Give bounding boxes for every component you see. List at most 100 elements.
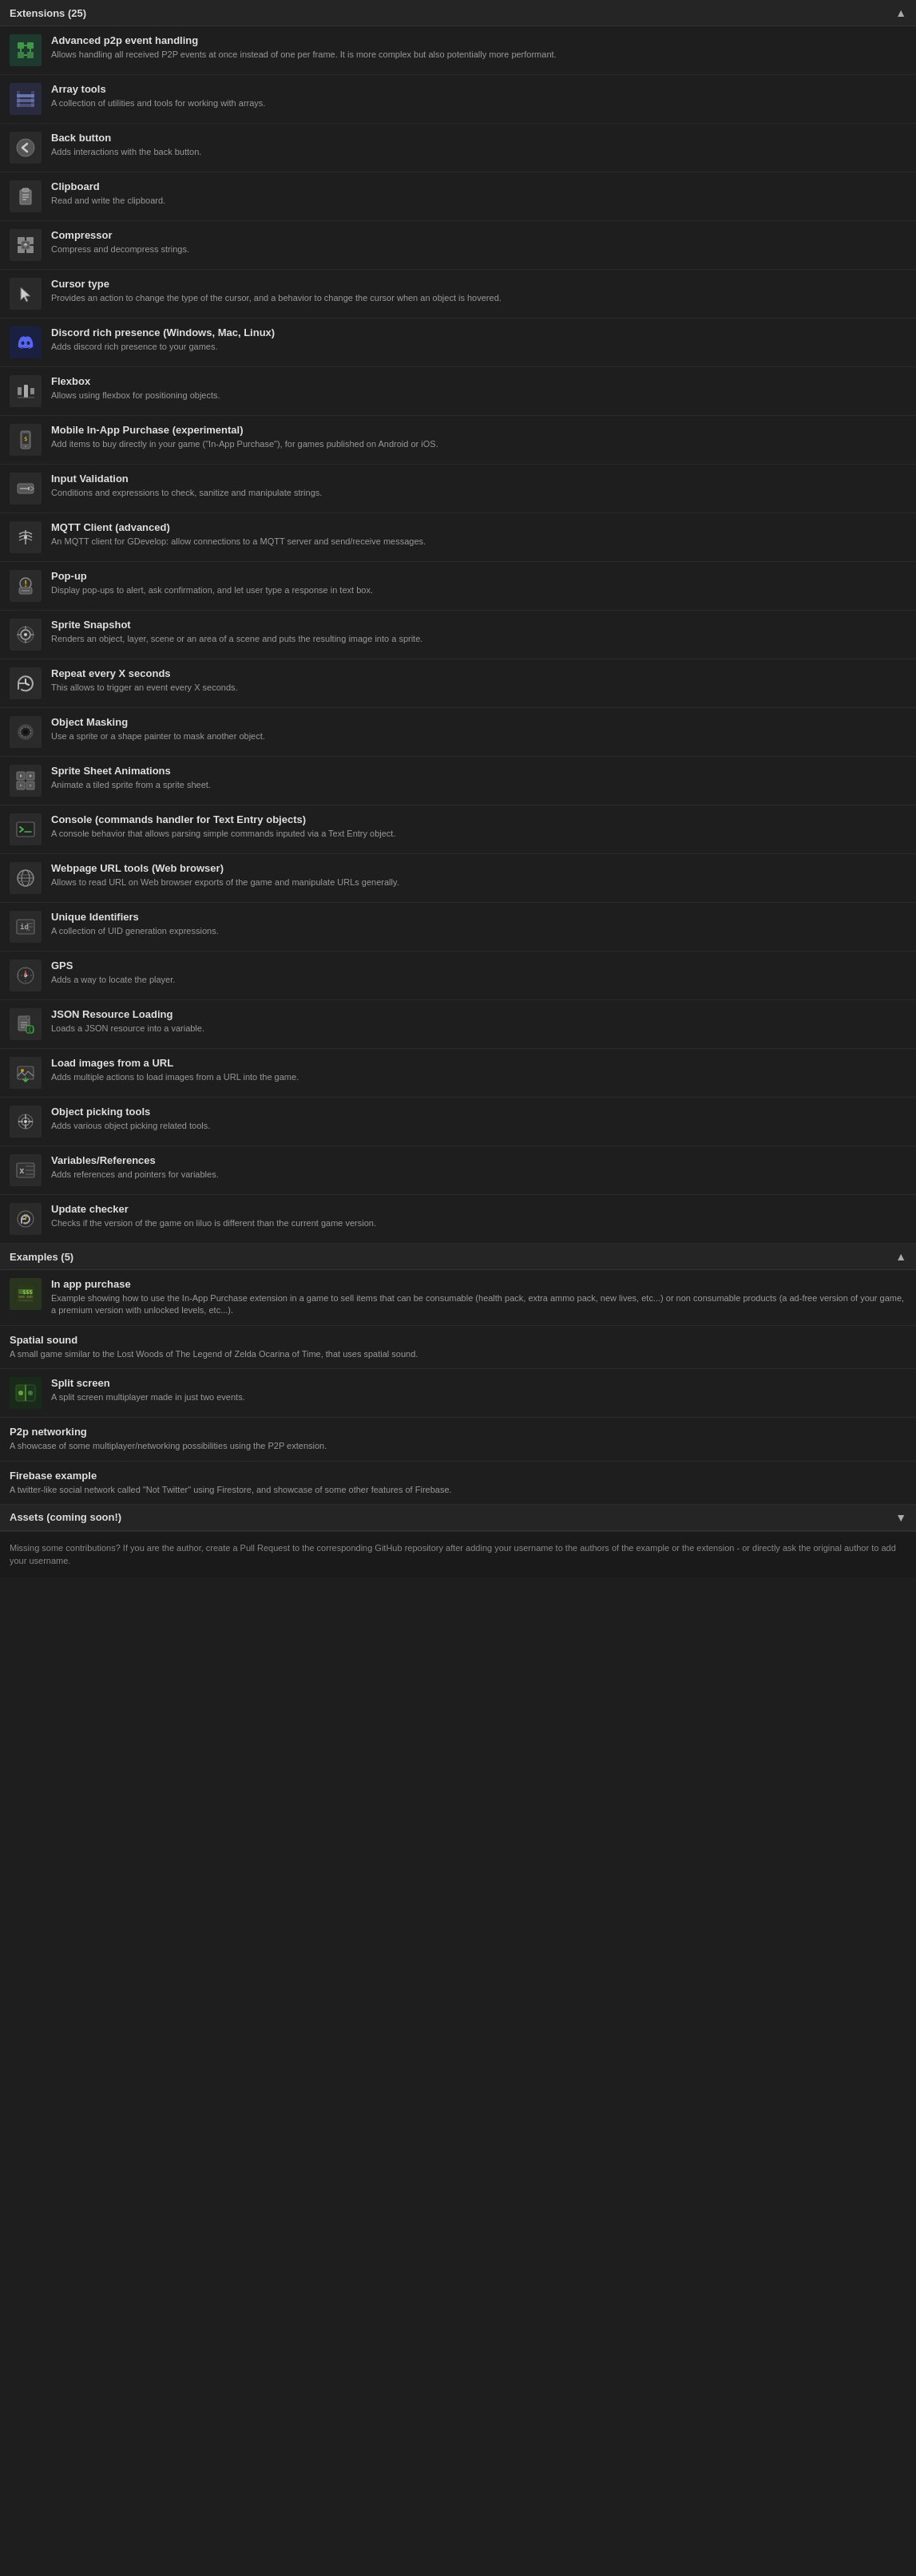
- extension-name: Sprite Sheet Animations: [51, 765, 906, 777]
- list-item[interactable]: v Update checker Checks if the version o…: [0, 1195, 916, 1244]
- svg-rect-25: [24, 385, 28, 398]
- list-item[interactable]: Split screen A split screen multiplayer …: [0, 1369, 916, 1418]
- examples-section: Examples (5) ▲ $$$ In app purchase Examp…: [0, 1244, 916, 1505]
- svg-rect-15: [22, 188, 29, 192]
- extension-info: Unique Identifiers A collection of UID g…: [51, 911, 906, 937]
- extension-icon: $$$: [10, 1278, 42, 1310]
- extension-name: Compressor: [51, 229, 906, 241]
- extension-icon: $: [10, 424, 42, 456]
- svg-rect-52: [17, 822, 34, 837]
- extensions-section-header[interactable]: Extensions (25) ▲: [0, 0, 916, 26]
- examples-collapse-icon: ▲: [895, 1250, 906, 1263]
- extension-name: Sprite Snapshot: [51, 619, 906, 631]
- extension-icon: [10, 1106, 42, 1138]
- list-item[interactable]: id Unique Identifiers A collection of UI…: [0, 903, 916, 952]
- extension-name: Variables/References: [51, 1154, 906, 1166]
- extension-icon: [10, 960, 42, 991]
- extension-name: MQTT Client (advanced): [51, 521, 906, 533]
- svg-rect-96: [18, 1300, 33, 1301]
- list-item[interactable]: Object picking tools Adds various object…: [0, 1098, 916, 1146]
- svg-rect-24: [18, 387, 22, 395]
- extension-info: Input Validation Conditions and expressi…: [51, 473, 906, 499]
- list-item[interactable]: GPS Adds a way to locate the player.: [0, 952, 916, 1000]
- list-item[interactable]: Repeat every X seconds This allows to tr…: [0, 659, 916, 708]
- extension-desc: Adds interactions with the back button.: [51, 146, 906, 158]
- examples-section-header[interactable]: Examples (5) ▲: [0, 1244, 916, 1270]
- assets-collapse-icon: ▼: [895, 1511, 906, 1524]
- svg-text:$$$: $$$: [22, 1289, 33, 1296]
- list-item[interactable]: Input Validation Conditions and expressi…: [0, 465, 916, 513]
- extension-desc: Checks if the version of the game on lil…: [51, 1217, 906, 1229]
- list-item[interactable]: $ Mobile In-App Purchase (experimental) …: [0, 416, 916, 465]
- list-item[interactable]: Back button Adds interactions with the b…: [0, 124, 916, 172]
- extension-desc: Allows using flexbox for positioning obj…: [51, 390, 906, 402]
- extension-info: Repeat every X seconds This allows to tr…: [51, 667, 906, 694]
- list-item[interactable]: ! Pop-up Display pop-ups to alert, ask c…: [0, 562, 916, 611]
- svg-text:$: $: [24, 436, 27, 442]
- extension-desc: Adds a way to locate the player.: [51, 974, 906, 986]
- example-name: Spatial sound: [10, 1334, 906, 1346]
- list-item[interactable]: Cursor type Provides an action to change…: [0, 270, 916, 319]
- svg-rect-2: [18, 52, 24, 58]
- list-item[interactable]: Load images from a URL Adds multiple act…: [0, 1049, 916, 1098]
- list-item[interactable]: P2p networking A showcase of some multip…: [0, 1418, 916, 1461]
- assets-section-title: Assets (coming soon!): [10, 1511, 121, 1523]
- extension-name: Console (commands handler for Text Entry…: [51, 813, 906, 825]
- examples-list: $$$ In app purchase Example showing how …: [0, 1270, 916, 1505]
- extension-desc: Provides an action to change the type of…: [51, 292, 906, 304]
- extension-icon: [10, 765, 42, 797]
- list-item[interactable]: Sprite Snapshot Renders an object, layer…: [0, 611, 916, 659]
- list-item[interactable]: Advanced p2p event handling Allows handl…: [0, 26, 916, 75]
- example-name: In app purchase: [51, 1278, 906, 1290]
- extension-icon: [10, 132, 42, 164]
- list-item[interactable]: MQTT Client (advanced) An MQTT client fo…: [0, 513, 916, 562]
- list-item[interactable]: {} JSON Resource Loading Loads a JSON re…: [0, 1000, 916, 1049]
- extension-name: Webpage URL tools (Web browser): [51, 862, 906, 874]
- list-item[interactable]: Object Masking Use a sprite or a shape p…: [0, 708, 916, 757]
- extension-desc: Allows handling all received P2P events …: [51, 49, 906, 61]
- extension-info: Cursor type Provides an action to change…: [51, 278, 906, 304]
- extension-icon: [10, 375, 42, 407]
- extension-name: JSON Resource Loading: [51, 1008, 906, 1020]
- list-item[interactable]: Webpage URL tools (Web browser) Allows t…: [0, 854, 916, 903]
- extension-icon: [10, 326, 42, 358]
- examples-section-title: Examples (5): [10, 1251, 73, 1263]
- list-item[interactable]: Console (commands handler for Text Entry…: [0, 805, 916, 854]
- extension-icon: [10, 667, 42, 699]
- extension-icon: [10, 1377, 42, 1409]
- footer-text: Missing some contributions? If you are t…: [10, 1543, 896, 1566]
- list-item[interactable]: x Variables/References Adds references a…: [0, 1146, 916, 1195]
- list-item[interactable]: Sprite Sheet Animations Animate a tiled …: [0, 757, 916, 805]
- extension-info: Split screen A split screen multiplayer …: [51, 1377, 906, 1403]
- list-item[interactable]: Clipboard Read and write the clipboard.: [0, 172, 916, 221]
- svg-text:{}: {}: [28, 1027, 34, 1033]
- extension-icon: [10, 278, 42, 310]
- svg-point-76: [21, 1069, 24, 1072]
- extension-info: Object picking tools Adds various object…: [51, 1106, 906, 1132]
- list-item[interactable]: Array tools A collection of utilities an…: [0, 75, 916, 124]
- extension-name: Repeat every X seconds: [51, 667, 906, 679]
- extension-icon: [10, 813, 42, 845]
- list-item[interactable]: Discord rich presence (Windows, Mac, Lin…: [0, 319, 916, 367]
- list-item[interactable]: $$$ In app purchase Example showing how …: [0, 1270, 916, 1326]
- list-item[interactable]: Firebase example A twitter-like social n…: [0, 1462, 916, 1505]
- svg-text:!: !: [25, 580, 27, 588]
- svg-rect-3: [27, 52, 34, 58]
- svg-rect-0: [18, 42, 24, 49]
- extension-name: Object picking tools: [51, 1106, 906, 1118]
- extension-info: Load images from a URL Adds multiple act…: [51, 1057, 906, 1083]
- example-desc: A twitter-like social network called "No…: [10, 1484, 906, 1496]
- extension-desc: Add items to buy directly in your game (…: [51, 438, 906, 450]
- assets-section-header[interactable]: Assets (coming soon!) ▼: [0, 1505, 916, 1531]
- svg-rect-26: [30, 388, 34, 394]
- extension-icon: v: [10, 1203, 42, 1235]
- extension-info: Compressor Compress and decompress strin…: [51, 229, 906, 255]
- list-item[interactable]: Flexbox Allows using flexbox for positio…: [0, 367, 916, 416]
- list-item[interactable]: Spatial sound A small game similar to th…: [0, 1326, 916, 1369]
- example-desc: A small game similar to the Lost Woods o…: [10, 1348, 906, 1360]
- list-item[interactable]: Compressor Compress and decompress strin…: [0, 221, 916, 270]
- extension-info: Update checker Checks if the version of …: [51, 1203, 906, 1229]
- extension-info: GPS Adds a way to locate the player.: [51, 960, 906, 986]
- extension-desc: Use a sprite or a shape painter to mask …: [51, 730, 906, 742]
- extension-desc: An MQTT client for GDevelop: allow conne…: [51, 536, 906, 548]
